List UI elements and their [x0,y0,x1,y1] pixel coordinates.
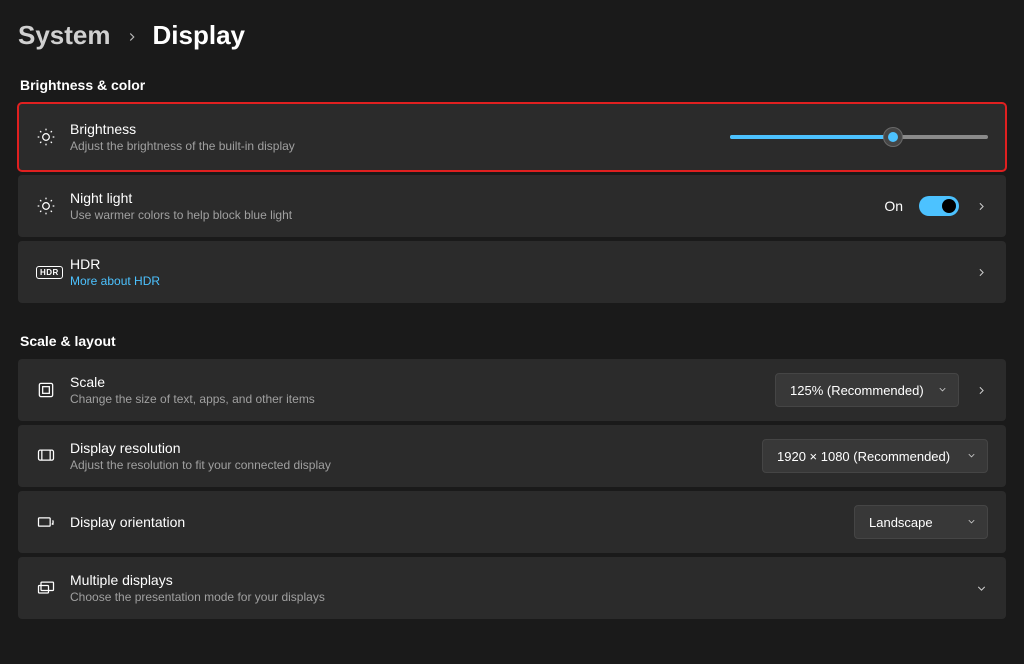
chevron-right-icon[interactable] [975,266,988,279]
chevron-right-icon[interactable] [975,200,988,213]
section-scale-layout-label: Scale & layout [20,333,1006,349]
multiple-displays-icon [36,578,70,598]
hdr-icon: HDR [36,266,70,279]
chevron-down-icon [937,383,948,398]
slider-thumb[interactable] [883,127,903,147]
brightness-slider[interactable] [730,125,988,149]
brightness-icon [36,127,70,147]
orientation-select-value: Landscape [869,515,933,530]
resolution-select-value: 1920 × 1080 (Recommended) [777,449,950,464]
chevron-down-icon [966,449,977,464]
orientation-title: Display orientation [70,513,854,531]
resolution-title: Display resolution [70,439,762,457]
brightness-subtitle: Adjust the brightness of the built-in di… [70,138,730,155]
scale-select-value: 125% (Recommended) [790,383,924,398]
brightness-title: Brightness [70,120,730,138]
breadcrumb-parent[interactable]: System [18,20,111,51]
multiple-displays-title: Multiple displays [70,571,975,589]
breadcrumb: System Display [18,20,1006,51]
night-light-state-label: On [884,198,903,214]
orientation-card[interactable]: Display orientation Landscape [18,491,1006,553]
chevron-right-icon[interactable] [975,384,988,397]
orientation-select[interactable]: Landscape [854,505,988,539]
night-light-subtitle: Use warmer colors to help block blue lig… [70,207,884,224]
scale-subtitle: Change the size of text, apps, and other… [70,391,775,408]
chevron-right-icon [125,30,139,49]
night-light-icon [36,196,70,216]
scale-icon [36,380,70,400]
page-title: Display [153,20,246,51]
hdr-more-link[interactable]: More about HDR [70,273,975,290]
scale-card[interactable]: Scale Change the size of text, apps, and… [18,359,1006,421]
multiple-displays-card[interactable]: Multiple displays Choose the presentatio… [18,557,1006,619]
night-light-title: Night light [70,189,884,207]
hdr-title: HDR [70,255,975,273]
orientation-icon [36,512,70,532]
chevron-down-icon [966,515,977,530]
resolution-card[interactable]: Display resolution Adjust the resolution… [18,425,1006,487]
chevron-down-icon[interactable] [975,582,988,595]
resolution-icon [36,446,70,466]
night-light-toggle[interactable] [919,196,959,216]
resolution-select[interactable]: 1920 × 1080 (Recommended) [762,439,988,473]
scale-select[interactable]: 125% (Recommended) [775,373,959,407]
brightness-card[interactable]: Brightness Adjust the brightness of the … [18,103,1006,171]
slider-fill [730,135,893,139]
hdr-card[interactable]: HDR HDR More about HDR [18,241,1006,303]
night-light-card[interactable]: Night light Use warmer colors to help bl… [18,175,1006,237]
section-brightness-color-label: Brightness & color [20,77,1006,93]
scale-title: Scale [70,373,775,391]
resolution-subtitle: Adjust the resolution to fit your connec… [70,457,762,474]
multiple-displays-subtitle: Choose the presentation mode for your di… [70,589,975,606]
